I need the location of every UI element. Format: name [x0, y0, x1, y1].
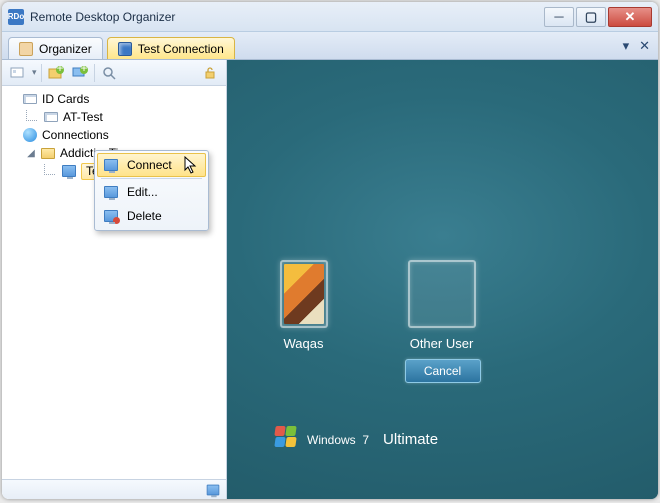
collapse-caret-icon[interactable]: ◢: [26, 148, 36, 159]
dropdown-caret-icon[interactable]: ▾: [32, 67, 37, 78]
brand-text: Windows 7: [307, 423, 369, 451]
sidebar-toolbar: ▾ + +: [2, 60, 226, 86]
new-idcard-button[interactable]: [8, 63, 28, 83]
context-menu-delete[interactable]: Delete: [97, 204, 206, 228]
avatar-image: [284, 264, 324, 324]
sidebar-statusbar: [2, 479, 226, 499]
idcard-icon: [44, 112, 58, 122]
tree-label: ID Cards: [42, 92, 89, 106]
context-menu-label: Edit...: [127, 185, 158, 199]
monitor-icon: [104, 186, 118, 198]
monitor-icon: [62, 165, 76, 177]
tree-label: Connections: [42, 128, 109, 142]
maximize-button[interactable]: ▢: [576, 7, 606, 27]
tab-close-button[interactable]: ✕: [639, 38, 650, 54]
tab-bar: Organizer Test Connection ▾ ✕: [2, 32, 658, 60]
content-area: ▾ + +: [2, 60, 658, 499]
svg-text:+: +: [56, 66, 63, 75]
tab-menu-button[interactable]: ▾: [623, 38, 630, 54]
monitor-icon: [207, 484, 220, 495]
organizer-icon: [19, 42, 33, 56]
app-icon: RDo: [8, 9, 24, 25]
context-menu-separator: [101, 178, 202, 179]
title-bar: RDo Remote Desktop Organizer ─ ▢ ✕: [2, 2, 658, 32]
new-folder-button[interactable]: +: [46, 63, 66, 83]
user-avatar-waqas[interactable]: [280, 260, 328, 328]
remote-desktop-view[interactable]: Waqas Other User Cancel Windows 7: [227, 60, 658, 499]
folder-icon: [41, 148, 55, 159]
tab-test-connection[interactable]: Test Connection: [107, 37, 235, 59]
user-name-label: Other User: [410, 336, 474, 351]
tree-node-at-test[interactable]: AT-Test: [4, 108, 224, 126]
mouse-cursor-icon: [184, 156, 200, 176]
cancel-label: Cancel: [424, 364, 461, 378]
tree-label: AT-Test: [63, 110, 103, 124]
svg-text:+: +: [80, 66, 87, 75]
idcard-icon: [23, 94, 37, 104]
search-button[interactable]: [99, 63, 119, 83]
context-menu-label: Connect: [127, 158, 172, 172]
tab-label: Organizer: [39, 42, 92, 56]
user-name-label: Waqas: [284, 336, 324, 351]
avatar-image: [412, 264, 472, 324]
tab-organizer[interactable]: Organizer: [8, 37, 103, 59]
context-menu-label: Delete: [127, 209, 162, 223]
os-brand: Windows 7 Ultimate: [275, 422, 438, 451]
tree-view[interactable]: ID Cards AT-Test Connections ◢ Addictive…: [2, 86, 226, 479]
sidebar: ▾ + +: [2, 60, 227, 499]
connection-icon: [118, 42, 132, 56]
app-window: RDo Remote Desktop Organizer ─ ▢ ✕ Organ…: [2, 2, 658, 499]
cancel-button[interactable]: Cancel: [405, 359, 481, 383]
context-menu-edit[interactable]: Edit...: [97, 180, 206, 204]
minimize-button[interactable]: ─: [544, 7, 574, 27]
monitor-icon: [104, 159, 118, 171]
globe-icon: [23, 128, 37, 142]
unlock-button[interactable]: [200, 63, 220, 83]
new-connection-button[interactable]: +: [70, 63, 90, 83]
close-button[interactable]: ✕: [608, 7, 652, 27]
monitor-delete-icon: [104, 210, 118, 222]
tab-label: Test Connection: [138, 42, 224, 56]
window-title: Remote Desktop Organizer: [30, 10, 542, 24]
windows-flag-icon: [275, 426, 297, 448]
tree-node-connections[interactable]: Connections: [4, 126, 224, 144]
brand-edition: Ultimate: [383, 431, 438, 448]
user-avatar-other[interactable]: [408, 260, 476, 328]
tree-node-id-cards[interactable]: ID Cards: [4, 90, 224, 108]
